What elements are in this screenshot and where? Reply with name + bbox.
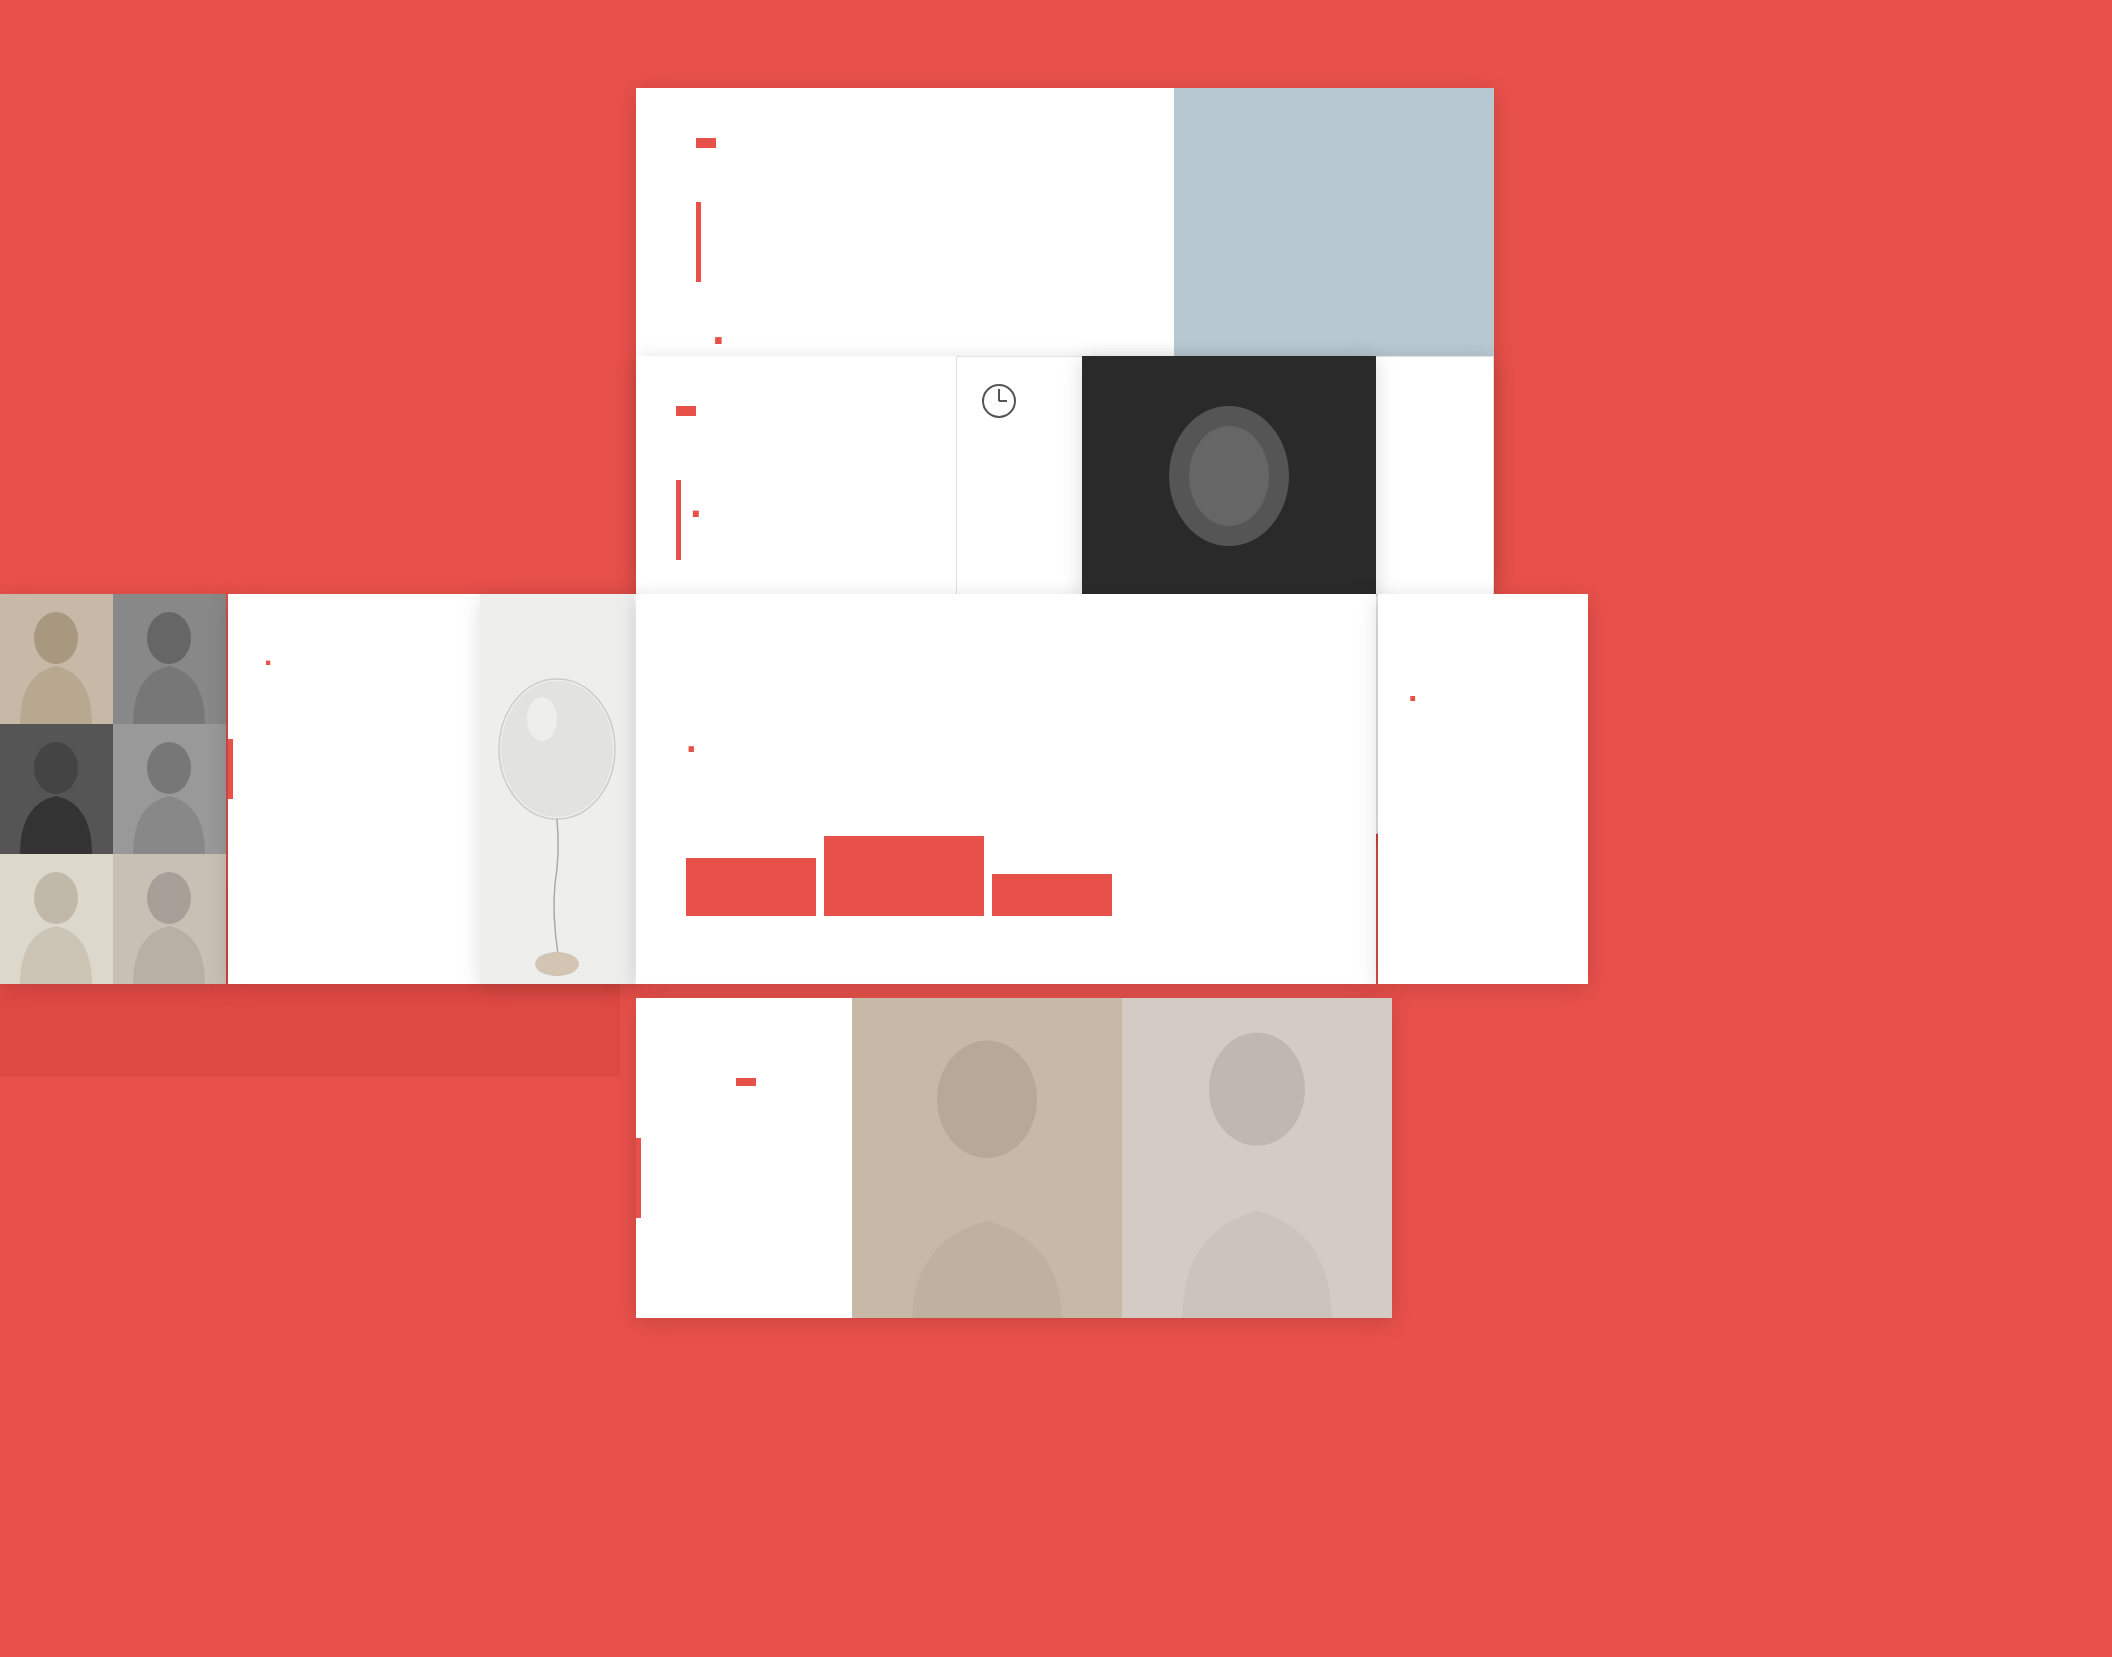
bar-design (992, 874, 1112, 916)
svg-point-34 (527, 697, 557, 741)
team-photo-3 (0, 724, 113, 854)
svg-point-33 (501, 681, 613, 817)
services-heading: . (690, 480, 906, 526)
team-grid (0, 594, 226, 984)
svg-point-30 (147, 872, 191, 924)
slide-team (0, 594, 226, 984)
svg-point-26 (147, 742, 191, 794)
slide-work-process: . (636, 594, 1376, 984)
aboutus-col1 (264, 695, 422, 703)
svg-point-37 (937, 1041, 1037, 1158)
svg-point-28 (34, 872, 78, 924)
work-process2-heading: . (1408, 638, 1558, 706)
team-photo-6 (113, 854, 226, 984)
red-accent-line (696, 202, 701, 282)
slide-about-tag (696, 138, 716, 148)
slide-about-heading: . (712, 202, 1126, 354)
team-photo-5 (0, 854, 113, 984)
long-story-photo-2 (1122, 998, 1392, 1318)
clock-icon (979, 381, 1019, 421)
long-story-photos (852, 998, 1392, 1318)
work-process-bars (686, 826, 1246, 924)
balloon-image (480, 594, 634, 984)
team-photo-4 (113, 724, 226, 854)
red-accent-line (676, 480, 681, 560)
slide-work-process-2: . (1378, 594, 1588, 984)
bar-quality (824, 836, 984, 916)
svg-point-39 (1209, 1032, 1305, 1145)
team-photo-1 (0, 594, 113, 724)
team-photo-2 (113, 594, 226, 724)
long-story-photo-1 (852, 998, 1122, 1318)
red-accent-line (228, 739, 233, 799)
svg-point-24 (34, 742, 78, 794)
svg-point-22 (147, 612, 191, 664)
slide-balloon (480, 594, 634, 984)
services-tag (676, 406, 696, 416)
bar-creating (686, 858, 816, 916)
red-bottom-area (0, 1333, 636, 1657)
long-story-tag (736, 1078, 756, 1086)
svg-point-18 (1189, 426, 1269, 526)
svg-point-20 (34, 612, 78, 664)
svg-point-35 (535, 952, 579, 976)
work-process-heading: . (686, 682, 906, 758)
red-accent-line (636, 1138, 641, 1218)
